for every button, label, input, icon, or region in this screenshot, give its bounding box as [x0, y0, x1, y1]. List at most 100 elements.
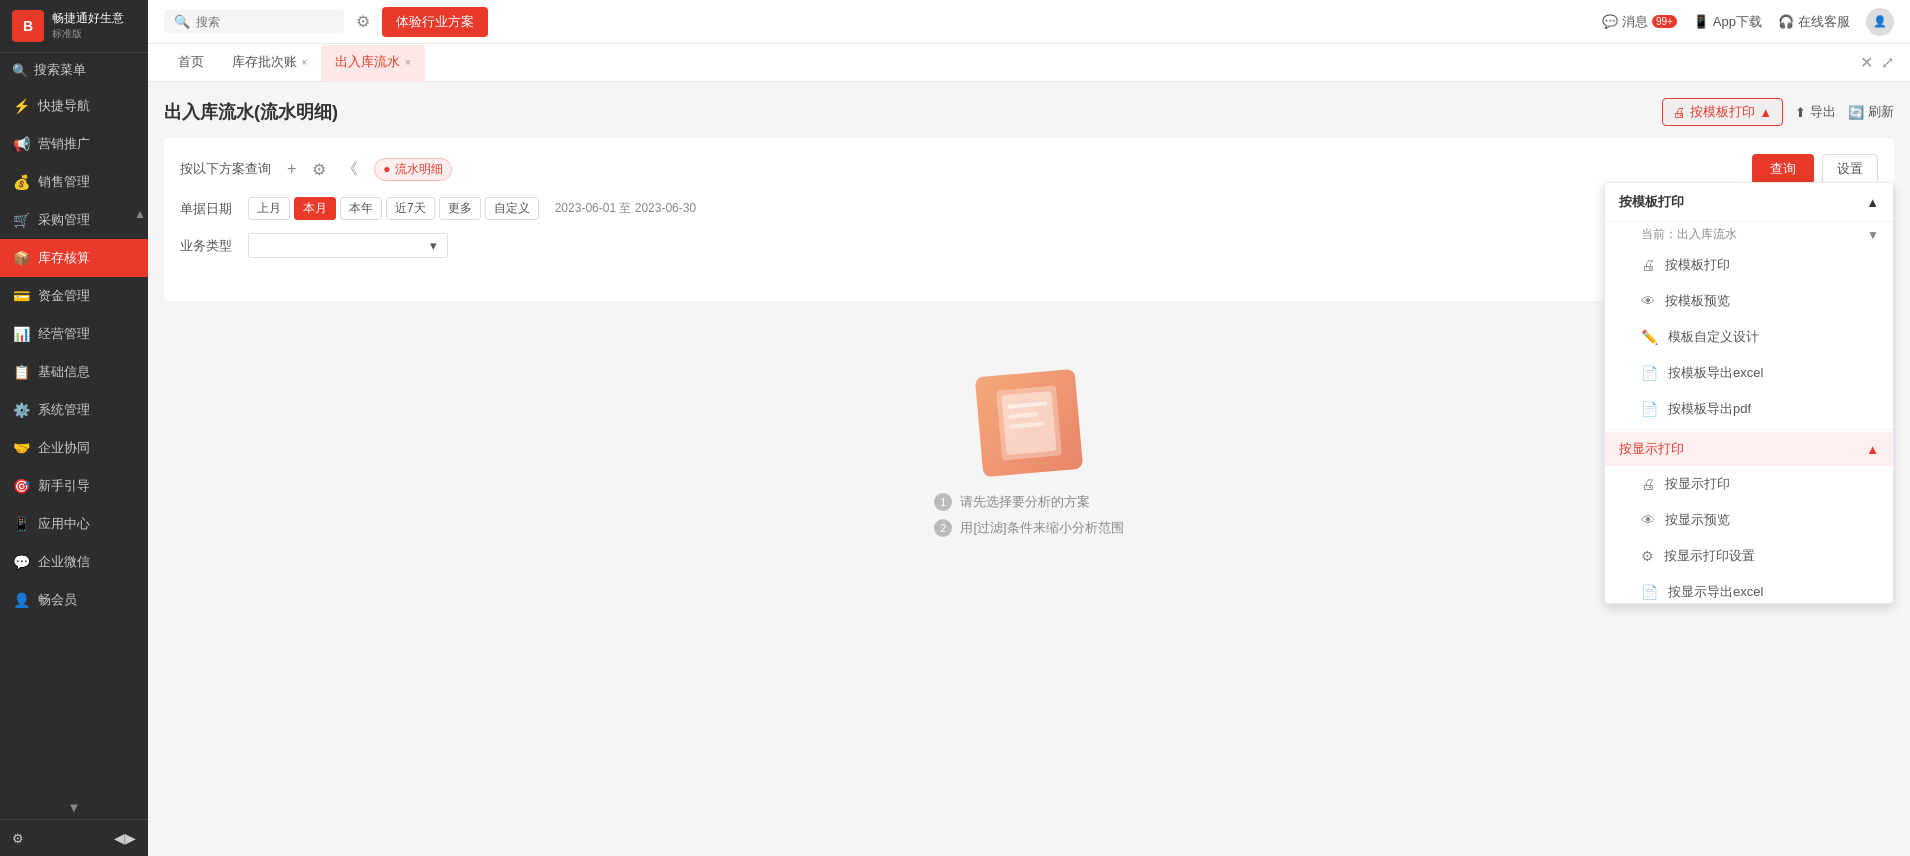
sidebar-item-operations[interactable]: 📊 经营管理 — [0, 315, 148, 353]
basic-info-icon: 📋 — [12, 363, 30, 381]
header-search-input[interactable] — [196, 15, 316, 29]
tab-in-out-flow[interactable]: 出入库流水 × — [321, 45, 424, 81]
biz-type-chevron-icon: ▾ — [430, 238, 437, 253]
inventory-icon: 📦 — [12, 249, 30, 267]
maximize-button[interactable]: ⤢ — [1881, 53, 1894, 72]
export-button[interactable]: ⬆ 导出 — [1795, 103, 1836, 121]
dropdown-item-template-print[interactable]: 🖨 按模板打印 — [1605, 247, 1893, 283]
dropdown-item-template-preview[interactable]: 👁 按模板预览 — [1605, 283, 1893, 319]
template-print-label: 按模板打印 — [1690, 103, 1755, 121]
filter-scheme-label: 按以下方案查询 — [180, 160, 271, 178]
date-btn-last-month[interactable]: 上月 — [248, 197, 290, 220]
filter-tag-shuimingxi[interactable]: ● 流水明细 — [374, 158, 451, 181]
close-all-tabs-button[interactable]: ✕ — [1860, 53, 1873, 72]
sidebar-item-sales[interactable]: 💰 销售管理 — [0, 163, 148, 201]
app-download-action[interactable]: 📱 App下载 — [1693, 13, 1762, 31]
dropdown-item-template-export-pdf[interactable]: 📄 按模板导出pdf — [1605, 391, 1893, 427]
display-preview-item-icon: 👁 — [1641, 512, 1655, 528]
tab-batch-account-close[interactable]: × — [301, 56, 307, 68]
date-btn-custom[interactable]: 自定义 — [485, 197, 539, 220]
tab-batch-account-label: 库存批次账 — [232, 53, 297, 71]
date-btn-more[interactable]: 更多 — [439, 197, 481, 220]
sidebar-item-label: 系统管理 — [38, 401, 90, 419]
tab-home[interactable]: 首页 — [164, 45, 218, 81]
sidebar-search[interactable]: 🔍 搜索菜单 — [0, 53, 148, 87]
sidebar-item-label: 新手引导 — [38, 477, 90, 495]
sidebar-item-guide[interactable]: 🎯 新手引导 — [0, 467, 148, 505]
display-section-arrow-icon: ▲ — [1866, 442, 1879, 457]
sidebar-item-label: 应用中心 — [38, 515, 90, 533]
dropdown-section-display[interactable]: 按显示打印 ▲ — [1605, 432, 1893, 466]
refresh-button[interactable]: 🔄 刷新 — [1848, 103, 1894, 121]
collab-icon: 🤝 — [12, 439, 30, 457]
tab-batch-account[interactable]: 库存批次账 × — [218, 45, 321, 81]
filter-settings-icon[interactable]: ⚙ — [312, 160, 326, 179]
online-service-action[interactable]: 🎧 在线客服 — [1778, 13, 1850, 31]
display-export-excel-icon: 📄 — [1641, 584, 1658, 600]
dropdown-divider-1 — [1605, 429, 1893, 430]
header-search-box[interactable]: 🔍 — [164, 10, 344, 33]
sidebar-item-purchase[interactable]: 🛒 采购管理 — [0, 201, 148, 239]
sidebar-item-system[interactable]: ⚙️ 系统管理 — [0, 391, 148, 429]
biz-type-label: 业务类型 — [180, 237, 232, 255]
template-export-pdf-icon: 📄 — [1641, 401, 1658, 417]
sidebar-item-inventory[interactable]: 📦 库存核算 — [0, 239, 148, 277]
export-icon: ⬆ — [1795, 105, 1806, 120]
query-button[interactable]: 查询 — [1752, 154, 1814, 184]
sidebar-item-basic-info[interactable]: 📋 基础信息 — [0, 353, 148, 391]
display-print-settings-icon: ⚙ — [1641, 548, 1654, 564]
dropdown-item-display-preview[interactable]: 👁 按显示预览 — [1605, 502, 1893, 538]
user-avatar[interactable]: 👤 — [1866, 8, 1894, 36]
sidebar-item-app-center[interactable]: 📱 应用中心 — [0, 505, 148, 543]
sidebar-item-member[interactable]: 👤 畅会员 — [0, 581, 148, 619]
template-print-button[interactable]: 🖨 按模板打印 ▲ — [1662, 98, 1783, 126]
member-icon: 👤 — [12, 591, 30, 609]
filter-collapse-icon[interactable]: 《 — [342, 159, 358, 180]
sidebar-item-wechat[interactable]: 💬 企业微信 — [0, 543, 148, 581]
dropdown-title: 按模板打印 — [1619, 193, 1684, 211]
sidebar-item-label: 企业微信 — [38, 553, 90, 571]
guide-icon: 🎯 — [12, 477, 30, 495]
current-label-text: 当前：出入库流水 — [1641, 226, 1737, 243]
refresh-label: 刷新 — [1868, 103, 1894, 121]
empty-step-1-text: 请先选择要分析的方案 — [960, 493, 1090, 511]
column-settings-button[interactable]: 设置 — [1822, 154, 1878, 184]
step-number-2: 2 — [934, 519, 952, 537]
message-label: 消息 — [1622, 13, 1648, 31]
step-number-1: 1 — [934, 493, 952, 511]
template-customize-item-icon: ✏️ — [1641, 329, 1658, 345]
template-customize-item-label: 模板自定义设计 — [1668, 328, 1759, 346]
dropdown-header-arrow-icon[interactable]: ▲ — [1866, 195, 1879, 210]
empty-steps-container: 1 请先选择要分析的方案 2 用[过滤]条件来缩小分析范围 — [934, 493, 1123, 545]
sidebar-scroll-down[interactable]: ▼ — [0, 796, 148, 819]
sidebar-item-marketing[interactable]: 📢 营销推广 — [0, 125, 148, 163]
biz-type-select[interactable]: ▾ — [248, 233, 448, 258]
dropdown-item-display-export-excel[interactable]: 📄 按显示导出excel — [1605, 574, 1893, 603]
tab-in-out-flow-close[interactable]: × — [404, 56, 410, 68]
dropdown-item-display-print[interactable]: 🖨 按显示打印 — [1605, 466, 1893, 502]
trial-industry-button[interactable]: 体验行业方案 — [382, 7, 488, 37]
dropdown-item-template-export-excel[interactable]: 📄 按模板导出excel — [1605, 355, 1893, 391]
tab-bar: 首页 库存批次账 × 出入库流水 × ✕ ⤢ — [148, 44, 1910, 82]
marketing-icon: 📢 — [12, 135, 30, 153]
date-btn-this-month[interactable]: 本月 — [294, 197, 336, 220]
filter-add-button[interactable]: + — [287, 160, 296, 178]
display-print-item-icon: 🖨 — [1641, 476, 1655, 492]
dropdown-item-display-print-settings[interactable]: ⚙ 按显示打印设置 — [1605, 538, 1893, 574]
sidebar-item-collab[interactable]: 🤝 企业协同 — [0, 429, 148, 467]
sidebar-logo: B 畅捷通好生意 标准版 — [0, 0, 148, 53]
export-label: 导出 — [1810, 103, 1836, 121]
message-action[interactable]: 💬 消息 99+ — [1602, 13, 1677, 31]
dropdown-item-template-customize[interactable]: ✏️ 模板自定义设计 — [1605, 319, 1893, 355]
date-btn-last-7-days[interactable]: 近7天 — [386, 197, 435, 220]
printer-icon: 🖨 — [1673, 105, 1686, 120]
sidebar-item-quick-nav[interactable]: ⚡ 快捷导航 — [0, 87, 148, 125]
header-gear-icon[interactable]: ⚙ — [356, 12, 370, 31]
date-btn-this-year[interactable]: 本年 — [340, 197, 382, 220]
sidebar-settings-icon[interactable]: ⚙ — [12, 831, 24, 846]
page-actions: 🖨 按模板打印 ▲ ⬆ 导出 🔄 刷新 — [1662, 98, 1894, 126]
sidebar-toggle-icon[interactable]: ◀▶ — [114, 830, 136, 846]
sidebar-item-finance[interactable]: 💳 资金管理 — [0, 277, 148, 315]
sidebar-scroll-up[interactable]: ▲ — [132, 207, 148, 221]
empty-illustration — [975, 369, 1083, 477]
